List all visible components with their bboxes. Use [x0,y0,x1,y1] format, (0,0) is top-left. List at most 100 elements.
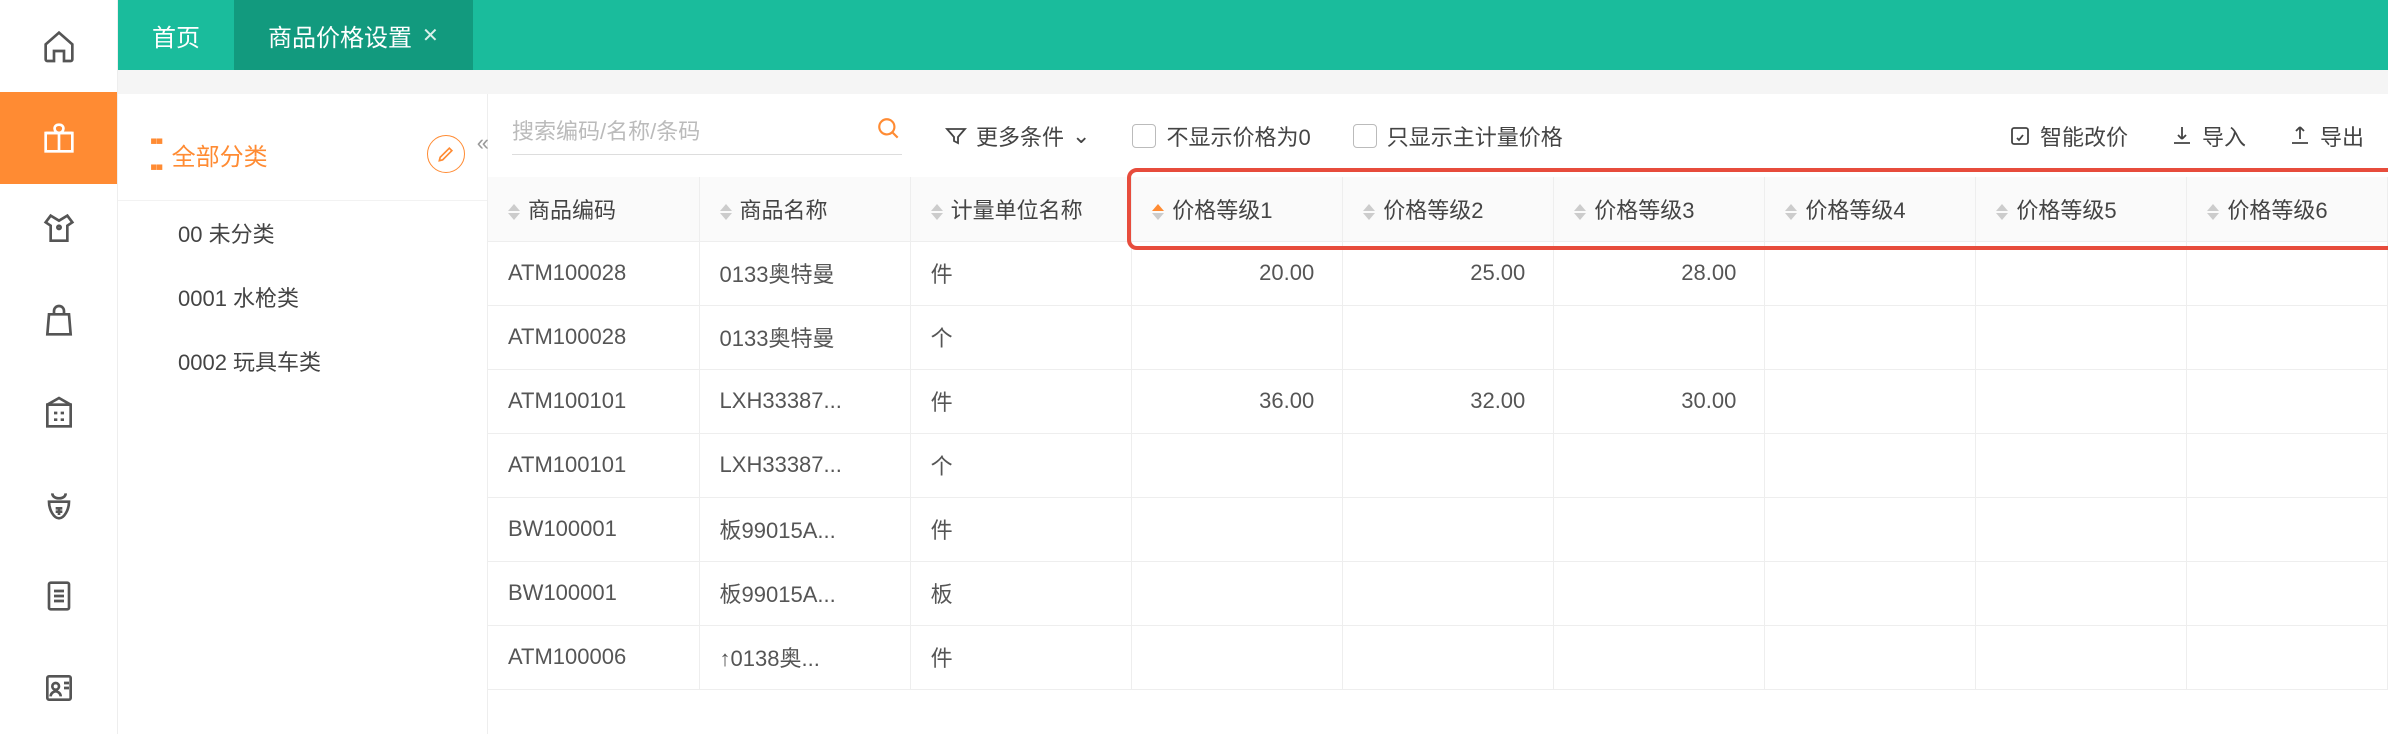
more-filters-label: 更多条件 [976,120,1064,152]
cell [1343,433,1554,497]
col-header[interactable]: 价格等级5 [1976,177,2187,241]
cell: BW100001 [488,561,699,625]
search-input[interactable] [512,119,876,145]
table-row[interactable]: ATM100101LXH33387...件36.0032.0030.00 [488,369,2388,433]
cell [1554,433,1765,497]
cell [1132,305,1343,369]
cell [1343,625,1554,689]
hide-zero-checkbox[interactable]: 不显示价格为0 [1132,120,1310,152]
cell: 0133奥特曼 [699,241,910,305]
col-label: 价格等级5 [2016,198,2116,223]
cell: ATM100028 [488,305,699,369]
cell [1976,561,2187,625]
cell: ATM100028 [488,241,699,305]
sort-icon [931,204,943,220]
rail-home[interactable] [0,0,117,92]
col-header[interactable]: 价格等级4 [1765,177,1976,241]
rail-money[interactable] [0,459,117,551]
cell [2187,369,2388,433]
import-label: 导入 [2202,120,2246,152]
rail-bag[interactable] [0,275,117,367]
table-row[interactable]: BW100001板99015A...板 [488,561,2388,625]
col-header[interactable]: 商品编码 [488,177,699,241]
cell [2187,561,2388,625]
smart-edit-button[interactable]: 智能改价 [2008,120,2128,152]
tab-商品价格设置[interactable]: 商品价格设置 ✕ [234,0,473,70]
category-list: 00 未分类0001 水枪类0002 玩具车类 [118,201,487,393]
cell [1765,561,1976,625]
cell: 板99015A... [699,561,910,625]
only-main-checkbox[interactable]: 只显示主计量价格 [1353,120,1563,152]
cell: 0133奥特曼 [699,305,910,369]
smart-edit-label: 智能改价 [2040,120,2128,152]
col-label: 商品名称 [740,198,828,223]
cell [1343,497,1554,561]
cell: 个 [910,305,1132,369]
export-label: 导出 [2320,120,2364,152]
table-row[interactable]: ATM100101LXH33387...个 [488,433,2388,497]
rail-contact[interactable] [0,642,117,734]
col-header[interactable]: 价格等级6 [2187,177,2388,241]
sort-icon [720,204,732,220]
cell: 30.00 [1554,369,1765,433]
col-header[interactable]: 价格等级2 [1343,177,1554,241]
col-header[interactable]: 价格等级1 [1132,177,1343,241]
category-title: 全部分类 [172,137,268,172]
tab-label: 首页 [152,18,200,53]
cell: ATM100006 [488,625,699,689]
category-item[interactable]: 0002 玩具车类 [118,329,487,393]
rail-gift[interactable] [0,92,117,184]
cell [1765,433,1976,497]
tab-label: 商品价格设置 [268,18,412,53]
rail-shirt[interactable] [0,184,117,276]
search-icon[interactable] [876,116,902,148]
col-label: 计量单位名称 [951,198,1083,223]
cell: 板 [910,561,1132,625]
cell: ATM100101 [488,369,699,433]
more-filters-button[interactable]: 更多条件 ⌄ [944,120,1090,152]
cell [1976,241,2187,305]
chevron-down-icon: ⌄ [1072,123,1090,149]
cell: LXH33387... [699,369,910,433]
cell [1132,561,1343,625]
tab-bar: 首页 商品价格设置 ✕ [118,0,2388,70]
only-main-label: 只显示主计量价格 [1387,120,1563,152]
cell: ATM100101 [488,433,699,497]
checkbox-icon [1132,124,1156,148]
sort-icon [2207,204,2219,220]
col-label: 价格等级6 [2227,198,2327,223]
cell [1765,305,1976,369]
sort-icon [508,204,520,220]
cell: 个 [910,433,1132,497]
toolbar: 更多条件 ⌄ 不显示价格为0 只显示主计量价格 智能改价 [488,94,2388,177]
col-label: 价格等级2 [1383,198,1483,223]
col-header[interactable]: 商品名称 [699,177,910,241]
cell: 20.00 [1132,241,1343,305]
cell [1554,561,1765,625]
export-button[interactable]: 导出 [2288,120,2364,152]
col-header[interactable]: 价格等级3 [1554,177,1765,241]
close-icon[interactable]: ✕ [422,23,439,48]
table-row[interactable]: ATM100006↑0138奥...件 [488,625,2388,689]
tab-首页[interactable]: 首页 [118,0,234,70]
cell: 板99015A... [699,497,910,561]
cell [2187,433,2388,497]
cell: 件 [910,625,1132,689]
edit-category-button[interactable] [427,135,465,173]
rail-building[interactable] [0,367,117,459]
sort-icon [1785,204,1797,220]
category-item[interactable]: 0001 水枪类 [118,265,487,329]
cell [1976,305,2187,369]
cell [1765,241,1976,305]
col-header[interactable]: 计量单位名称 [910,177,1132,241]
table-row[interactable]: ATM1000280133奥特曼个 [488,305,2388,369]
category-item[interactable]: 00 未分类 [118,201,487,265]
cell [1976,497,2187,561]
table-row[interactable]: BW100001板99015A...件 [488,497,2388,561]
rail-list[interactable] [0,551,117,643]
import-button[interactable]: 导入 [2170,120,2246,152]
col-label: 商品编码 [528,198,616,223]
price-table: 商品编码 商品名称 计量单位名称 价格等级1 价格等级2 价格等级3价格等级4 价格等级5 价… [488,177,2388,734]
cell [1765,369,1976,433]
table-row[interactable]: ATM1000280133奥特曼件20.0025.0028.00 [488,241,2388,305]
